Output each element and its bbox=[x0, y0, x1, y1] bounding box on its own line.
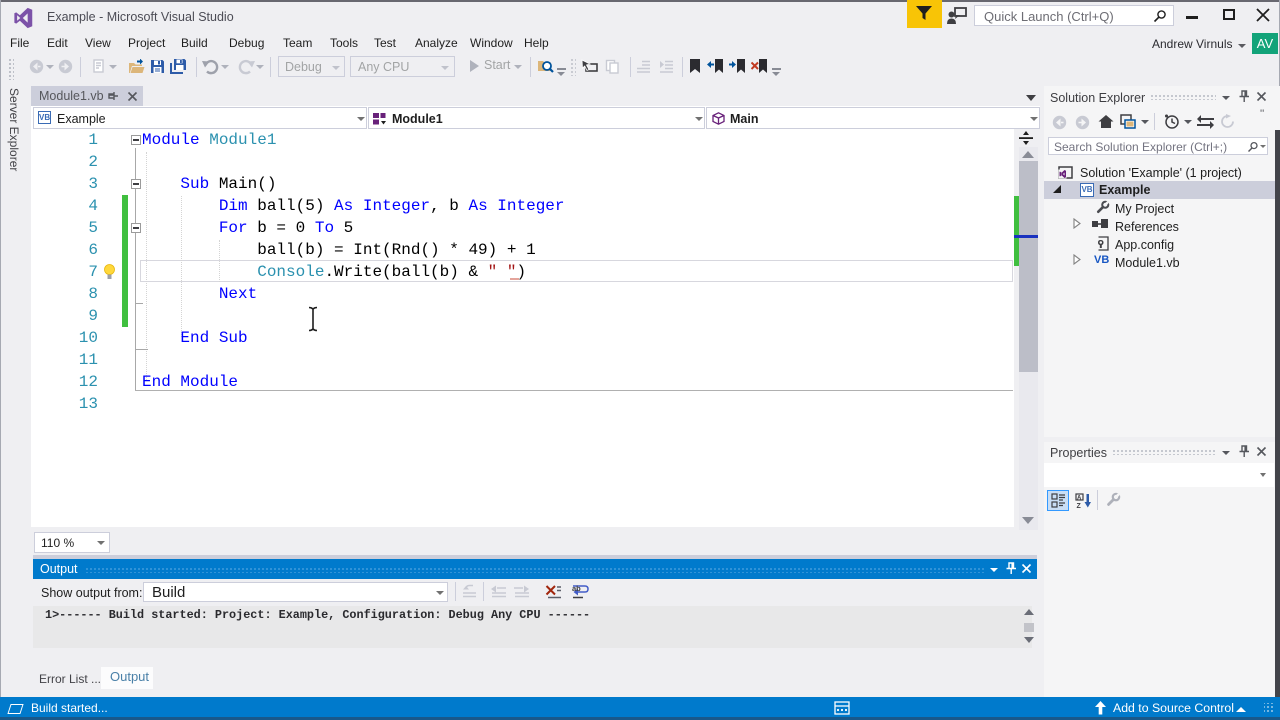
svg-text:A: A bbox=[1077, 496, 1082, 502]
svg-text:ab: ab bbox=[572, 584, 581, 593]
svg-text:Z: Z bbox=[1077, 503, 1082, 509]
